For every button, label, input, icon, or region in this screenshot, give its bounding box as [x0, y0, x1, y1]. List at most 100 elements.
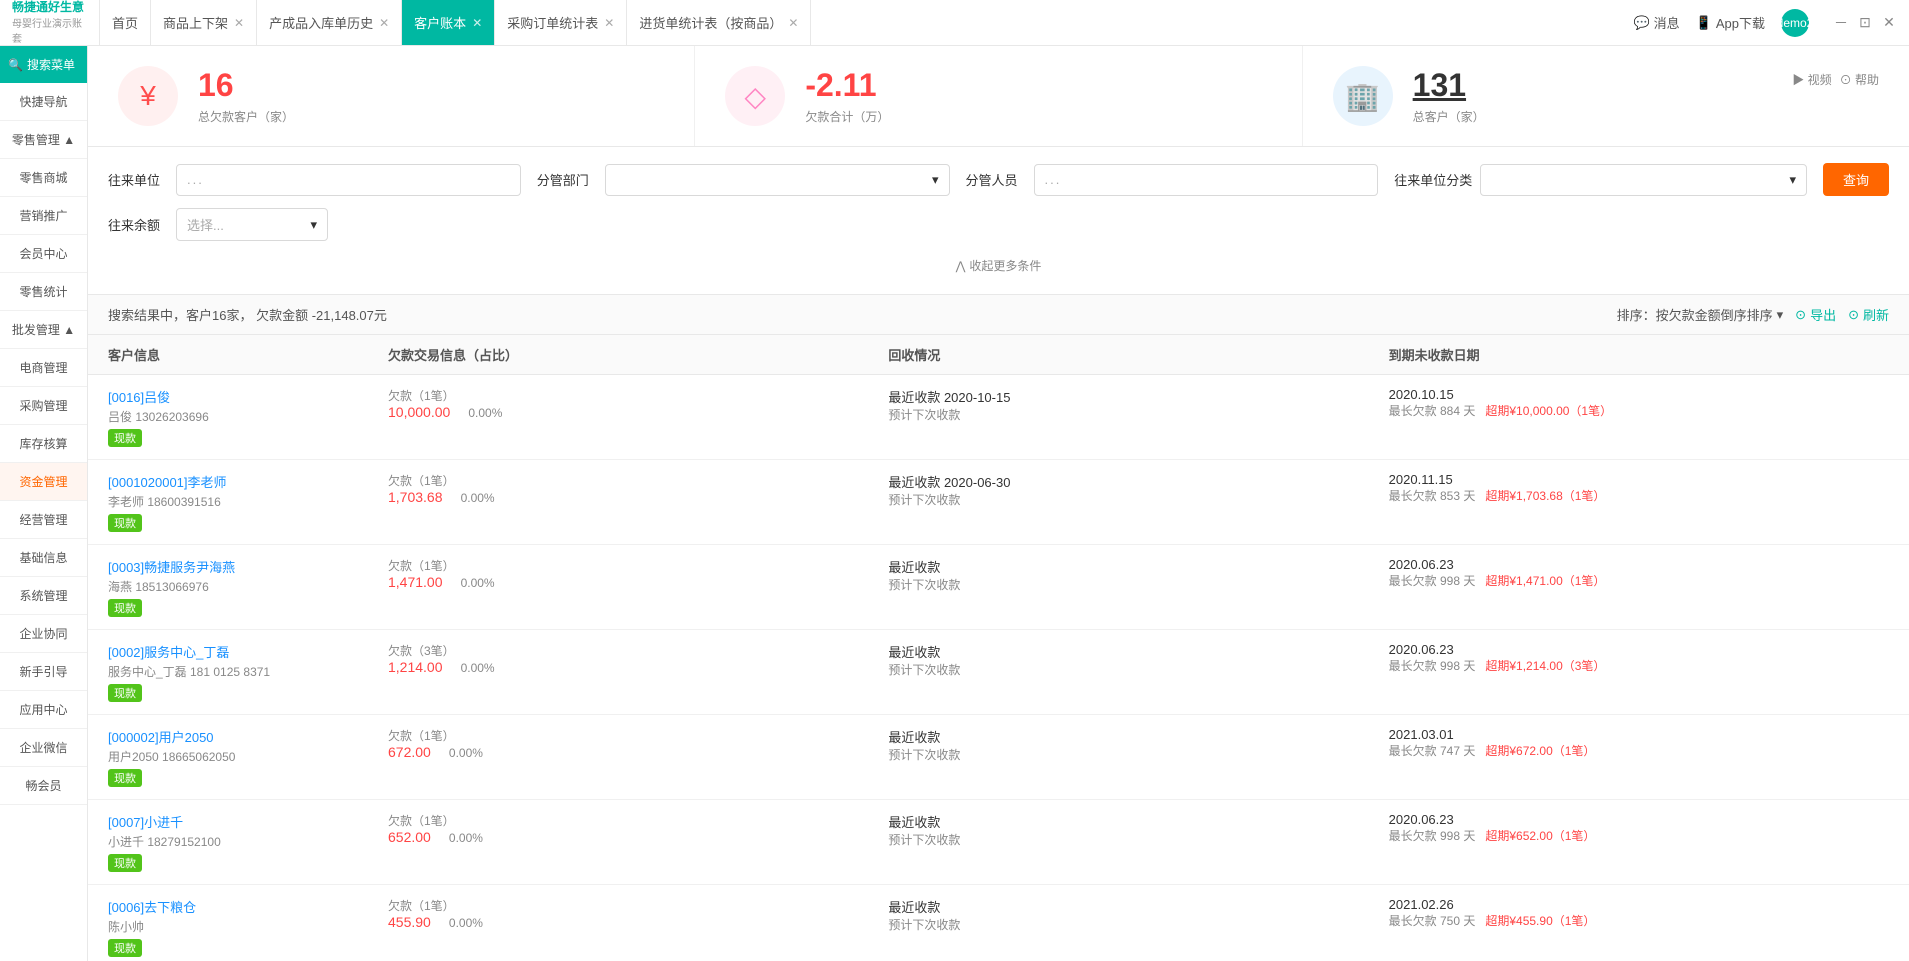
overdue-amount-link[interactable]: 超期¥1,471.00（1笔） [1485, 574, 1605, 588]
collapse-filter-btn[interactable]: ⋀ 收起更多条件 [108, 253, 1889, 278]
category-select[interactable]: ▾ [1480, 164, 1807, 196]
sidebar-item-marketing[interactable]: 营销推广 [0, 197, 87, 235]
debt-info-cell: 欠款（1笔） 455.90 0.00% [388, 897, 888, 930]
customer-name-link[interactable]: [0016]吕俊 [108, 387, 388, 406]
tab-customer-account[interactable]: 客户账本✕ [402, 0, 495, 45]
tab-close-icon[interactable]: ✕ [604, 16, 614, 30]
debt-amount[interactable]: 455.90 [388, 914, 431, 930]
arrow-icon: ▲ [60, 133, 75, 147]
debt-percent: 0.00% [449, 746, 483, 760]
nav-label: 电商管理 [19, 361, 67, 375]
tab-label: 首页 [112, 13, 138, 32]
supplier-input[interactable]: ... [176, 164, 521, 196]
tab-label: 采购订单统计表 [507, 13, 598, 32]
sidebar-item-vip[interactable]: 畅会员 [0, 767, 87, 805]
app-download-btn[interactable]: 📱 App下载 [1696, 13, 1765, 32]
message-btn[interactable]: 💬 消息 [1633, 13, 1679, 32]
tab-close-icon[interactable]: ✕ [379, 16, 389, 30]
tab-product-history[interactable]: 产成品入库单历史✕ [257, 0, 402, 45]
overdue-amount-link[interactable]: 超期¥1,214.00（3笔） [1485, 659, 1605, 673]
debt-amount[interactable]: 652.00 [388, 829, 431, 845]
debt-amount[interactable]: 10,000.00 [388, 404, 450, 420]
stat-value-total-customers[interactable]: 131 [1413, 67, 1485, 104]
customer-name-link[interactable]: [000002]用户2050 [108, 727, 388, 746]
refresh-btn[interactable]: ⊙ 刷新 [1848, 305, 1889, 324]
overdue-amount-link[interactable]: 超期¥672.00（1笔） [1485, 744, 1595, 758]
sidebar-item-ops-mgmt[interactable]: 经营管理 [0, 501, 87, 539]
sort-select[interactable]: 排序：按欠款金额倒序排序 ▾ [1617, 305, 1784, 324]
customer-name-link[interactable]: [0003]畅捷服务尹海燕 [108, 557, 388, 576]
overdue-amount-link[interactable]: 超期¥455.90（1笔） [1485, 914, 1595, 928]
overdue-amount-link[interactable]: 超期¥10,000.00（1笔） [1485, 404, 1612, 418]
customer-name-link[interactable]: [0007]小进千 [108, 812, 388, 831]
tab-close-icon[interactable]: ✕ [788, 16, 798, 30]
due-date-cell: 2020.06.23 最长欠款 998 天 超期¥652.00（1笔） [1389, 812, 1889, 844]
overdue-days: 最长欠款 750 天 超期¥455.90（1笔） [1389, 912, 1889, 929]
app-name: 畅捷通好生意 [12, 0, 91, 14]
message-icon: 💬 [1633, 15, 1649, 31]
debt-amount[interactable]: 1,471.00 [388, 574, 443, 590]
customer-name-link[interactable]: [0002]服务中心_丁磊 [108, 642, 388, 661]
sidebar-item-member-center[interactable]: 会员中心 [0, 235, 87, 273]
tab-purchase-order[interactable]: 采购订单统计表 ✕ [495, 0, 627, 45]
sidebar-item-wechat[interactable]: 企业微信 [0, 729, 87, 767]
tab-label: 进货单统计表（按商品） [639, 13, 782, 32]
sidebar-item-inventory[interactable]: 库存核算 [0, 425, 87, 463]
search-label: 搜索菜单 [27, 56, 75, 73]
due-date: 2020.06.23 [1389, 642, 1889, 657]
export-btn[interactable]: ⊙ 导出 [1795, 305, 1836, 324]
stat-value-debt-customers: 16 [198, 67, 294, 104]
sidebar-search[interactable]: 🔍 搜索菜单 [0, 46, 87, 83]
tab-close-icon[interactable]: ✕ [472, 16, 482, 30]
sidebar-quick-nav[interactable]: 快捷导航 [0, 83, 87, 121]
sidebar-item-sys-mgmt[interactable]: 系统管理 [0, 577, 87, 615]
sidebar-item-ecom-mgmt[interactable]: 电商管理 [0, 349, 87, 387]
next-collect: 预计下次收款 [888, 406, 1388, 423]
person-input[interactable]: ... [1034, 164, 1379, 196]
minimize-btn[interactable]: － [1833, 15, 1849, 31]
debt-amount[interactable]: 1,703.68 [388, 489, 443, 505]
stat-label-debt-amount: 欠款合计（万） [805, 108, 889, 125]
help-btn[interactable]: ⊙ 帮助 [1840, 71, 1879, 88]
debt-amount[interactable]: 1,214.00 [388, 659, 443, 675]
sidebar-item-purchase-mgmt[interactable]: 采购管理 [0, 387, 87, 425]
view-video-btn[interactable]: ▶ 视频 [1792, 71, 1831, 88]
sidebar-item-app-center[interactable]: 应用中心 [0, 691, 87, 729]
tab-home[interactable]: 首页 [100, 0, 151, 45]
filter-row-1: 往来单位 ... 分管部门 ▾ 分管人员 ... [108, 163, 1889, 196]
due-date: 2020.11.15 [1389, 472, 1889, 487]
collection-cell: 最近收款 预计下次收款 [888, 557, 1388, 593]
results-bar: 搜索结果中，客户16家， 欠款金额 -21,148.07元 排序：按欠款金额倒序… [88, 295, 1909, 335]
window-controls: － ⊡ ✕ [1833, 15, 1897, 31]
filter-supplier-label: 往来单位 [108, 170, 168, 189]
sidebar-item-retail-mgmt[interactable]: 零售管理 ▲ [0, 121, 87, 159]
filter-category: 往来单位分类 ▾ [1394, 164, 1807, 196]
tab-stock-stat[interactable]: 进货单统计表（按商品） ✕ [627, 0, 811, 45]
user-avatar[interactable]: demo2 [1781, 9, 1809, 37]
tab-product-shelf[interactable]: 商品上下架✕ [151, 0, 257, 45]
sidebar-item-retail-stat[interactable]: 零售统计 [0, 273, 87, 311]
sidebar-item-enterprise[interactable]: 企业协同 [0, 615, 87, 653]
customer-badge: 现款 [108, 769, 142, 787]
sidebar-item-new-guide[interactable]: 新手引导 [0, 653, 87, 691]
close-btn[interactable]: ✕ [1881, 15, 1897, 31]
nav-label: 畅会员 [25, 779, 61, 793]
customer-name-link[interactable]: [0006]去下粮仓 [108, 897, 388, 916]
tab-close-icon[interactable]: ✕ [234, 16, 244, 30]
maximize-btn[interactable]: ⊡ [1857, 15, 1873, 31]
debt-amount[interactable]: 672.00 [388, 744, 431, 760]
debt-info-cell: 欠款（3笔） 1,214.00 0.00% [388, 642, 888, 675]
overdue-amount-link[interactable]: 超期¥652.00（1笔） [1485, 829, 1595, 843]
sidebar-item-batch-mgmt[interactable]: 批发管理 ▲ [0, 311, 87, 349]
nav-label: 基础信息 [19, 551, 67, 565]
balance-select[interactable]: 选择... ▾ [176, 208, 328, 241]
overdue-amount-link[interactable]: 超期¥1,703.68（1笔） [1485, 489, 1605, 503]
sidebar-item-retail-mall[interactable]: 零售商城 [0, 159, 87, 197]
sidebar-item-base-info[interactable]: 基础信息 [0, 539, 87, 577]
filter-dept-label: 分管部门 [537, 170, 597, 189]
customer-name-link[interactable]: [0001020001]李老师 [108, 472, 388, 491]
col-due-date: 到期未收款日期 [1389, 345, 1889, 364]
search-button[interactable]: 查询 [1823, 163, 1889, 196]
dept-select[interactable]: ▾ [605, 164, 950, 196]
sidebar-item-finance[interactable]: 资金管理 [0, 463, 87, 501]
